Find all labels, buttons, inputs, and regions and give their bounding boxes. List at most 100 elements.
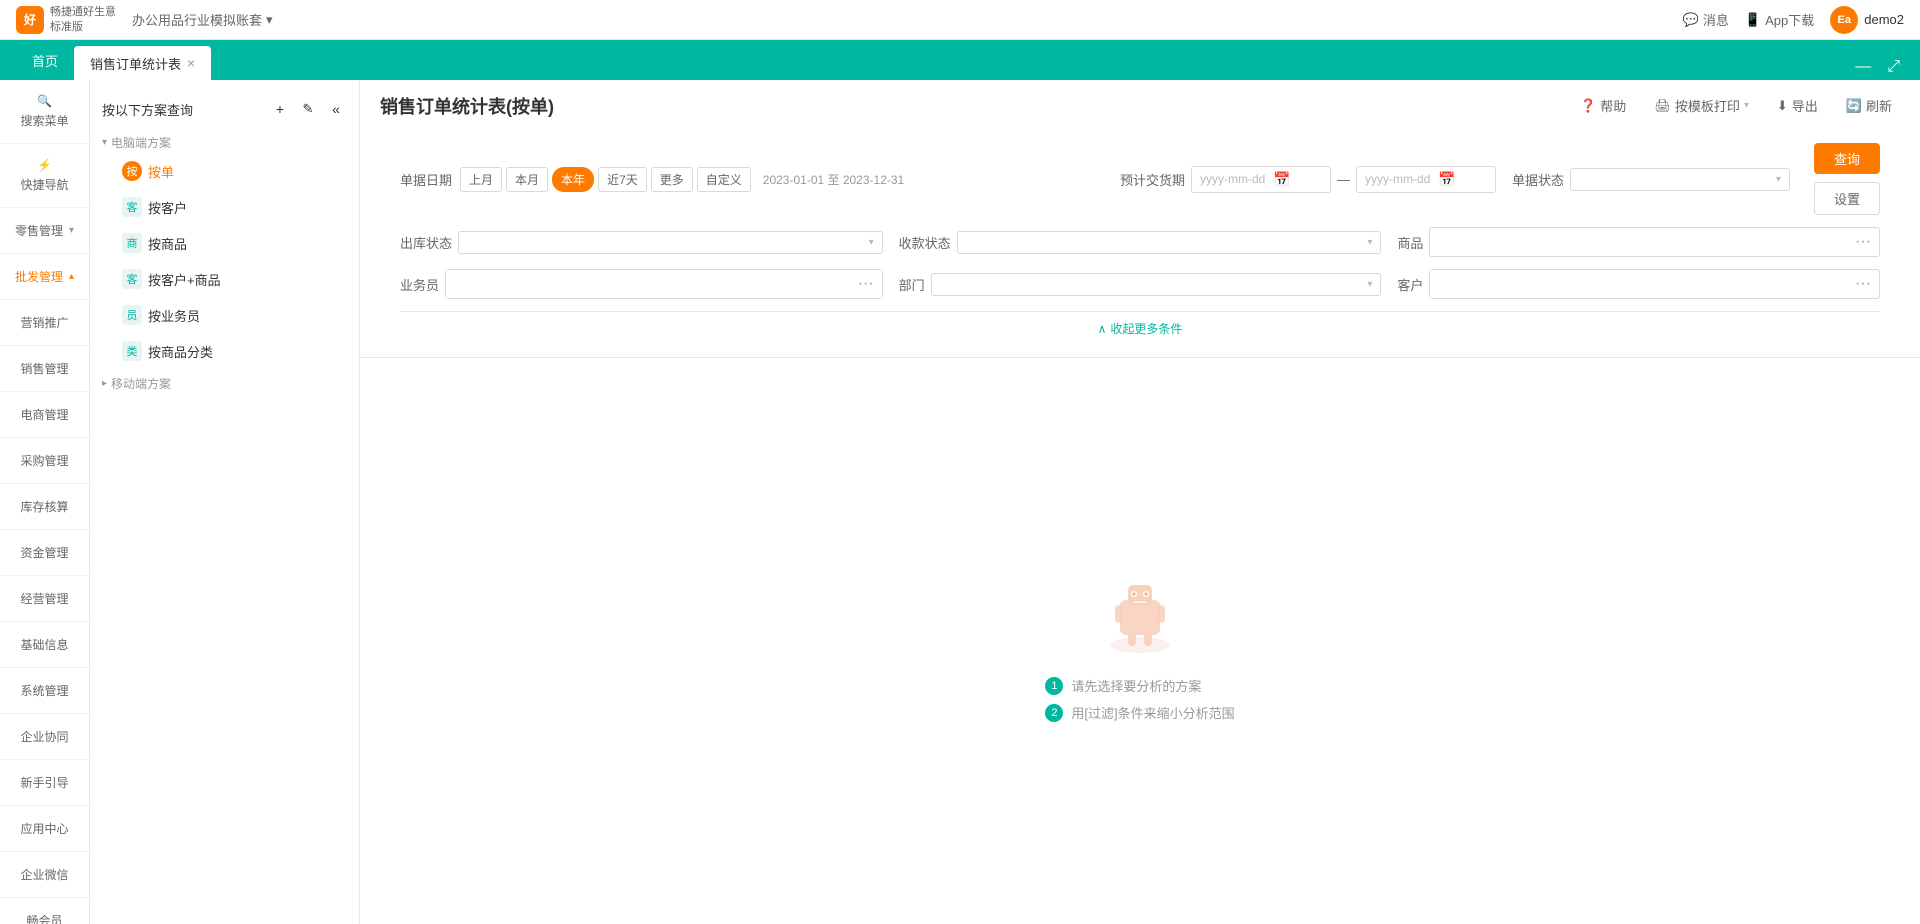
customer-input[interactable]: ··· <box>1429 269 1880 299</box>
empty-illustration <box>1090 560 1190 660</box>
scheme-by-product[interactable]: 商 按商品 <box>90 225 359 261</box>
product-label: 商品 <box>1397 233 1423 252</box>
status-select[interactable]: ▾ <box>1570 168 1790 191</box>
date-btn-group: 上月 本月 本年 近7天 更多 自定义 <box>460 167 751 192</box>
tab-maximize-button[interactable]: ⤢ <box>1883 54 1904 80</box>
sidebar-item-system[interactable]: 系统管理 <box>0 668 89 714</box>
dept-chevron-icon: ▾ <box>1367 279 1372 290</box>
sidebar-item-marketing[interactable]: 营销推广 <box>0 300 89 346</box>
hint-num-1: 1 <box>1045 677 1063 695</box>
receive-status-chevron-icon: ▾ <box>1367 237 1372 248</box>
scheme-by-category[interactable]: 类 按商品分类 <box>90 333 359 369</box>
wholesale-expand-icon: ▴ <box>69 271 74 282</box>
receive-status-group: 收款状态 ▾ <box>899 231 1382 254</box>
pc-section[interactable]: ▾ 电脑端方案 <box>90 128 359 153</box>
sidebar-item-purchase[interactable]: 采购管理 <box>0 438 89 484</box>
date-range: 2023-01-01 至 2023-12-31 <box>763 171 904 188</box>
sidebar-item-operation[interactable]: 经营管理 <box>0 576 89 622</box>
page-actions: ❓ 帮助 🖨 按模板打印 ▾ ⬇ 导出 🔄 <box>1572 92 1900 119</box>
tab-close-icon[interactable]: × <box>187 55 195 71</box>
tab-controls: — ⤢ <box>1851 54 1904 80</box>
scheme-by-customer-product[interactable]: 客 按客户+商品 <box>90 261 359 297</box>
customer-group: 客户 ··· <box>1397 269 1880 299</box>
add-scheme-button[interactable]: + <box>269 98 291 120</box>
sidebar-item-retail[interactable]: 零售管理 ▾ <box>0 208 89 254</box>
sidebar-item-app-center[interactable]: 应用中心 <box>0 806 89 852</box>
scheme-by-salesperson[interactable]: 员 按业务员 <box>90 297 359 333</box>
quicknav-icon: ⚡ <box>37 158 52 172</box>
tab-minimize-button[interactable]: — <box>1851 54 1875 80</box>
calendar-end-icon[interactable]: 📅 <box>1438 171 1455 188</box>
date-filter-group: 单据日期 上月 本月 本年 近7天 更多 自定义 2023-01-01 至 20… <box>400 167 904 192</box>
customer-dots-icon[interactable]: ··· <box>1855 275 1871 293</box>
out-status-select[interactable]: ▾ <box>458 231 883 254</box>
edit-scheme-button[interactable]: ✎ <box>297 98 319 120</box>
collapse-bar[interactable]: ∧ 收起更多条件 <box>400 311 1880 345</box>
collapse-panel-button[interactable]: « <box>325 98 347 120</box>
sidebar-item-inventory[interactable]: 库存核算 <box>0 484 89 530</box>
message-button[interactable]: 💬 消息 <box>1683 10 1729 29</box>
export-button[interactable]: ⬇ 导出 <box>1769 92 1826 119</box>
dept-select[interactable]: ▾ <box>931 273 1382 296</box>
tab-sales-order[interactable]: 销售订单统计表 × <box>74 46 211 80</box>
sidebar-item-member[interactable]: 畅会员 <box>0 898 89 924</box>
mobile-section[interactable]: ▸ 移动端方案 <box>90 369 359 394</box>
message-icon: 💬 <box>1683 12 1699 28</box>
out-status-label: 出库状态 <box>400 233 452 252</box>
calendar-start-icon[interactable]: 📅 <box>1273 171 1290 188</box>
by-category-icon: 类 <box>122 341 142 361</box>
date-btn-last-month[interactable]: 上月 <box>460 167 502 192</box>
filter-row-3: 业务员 ··· 部门 ▾ <box>400 269 1880 299</box>
by-cp-icon: 客 <box>122 269 142 289</box>
date-btn-more[interactable]: 更多 <box>651 167 693 192</box>
avatar: Ea <box>1830 6 1858 34</box>
salesperson-input[interactable]: ··· <box>445 269 883 299</box>
sidebar-item-quicknav[interactable]: ⚡ 快捷导航 <box>0 144 89 208</box>
date-btn-this-year[interactable]: 本年 <box>552 167 594 192</box>
sidebar-item-enterprise-collab[interactable]: 企业协同 <box>0 714 89 760</box>
sidebar-item-wholesale[interactable]: 批发管理 ▴ <box>0 254 89 300</box>
sidebar-item-finance[interactable]: 资金管理 <box>0 530 89 576</box>
query-button[interactable]: 查询 <box>1814 143 1880 174</box>
date-label: 单据日期 <box>400 170 452 189</box>
app-selector-arrow: ▾ <box>266 12 273 28</box>
date-btn-custom[interactable]: 自定义 <box>697 167 751 192</box>
status-label: 单据状态 <box>1512 170 1564 189</box>
date-btn-7days[interactable]: 近7天 <box>598 167 647 192</box>
sidebar-item-ecommerce[interactable]: 电商管理 <box>0 392 89 438</box>
pc-expand-icon: ▾ <box>102 137 107 148</box>
sidebar: 🔍 搜索菜单 ⚡ 快捷导航 零售管理 ▾ 批发管理 ▴ 营销推广 销售管理 电商… <box>0 80 90 924</box>
help-button[interactable]: ❓ 帮助 <box>1572 92 1634 119</box>
sidebar-item-basic-info[interactable]: 基础信息 <box>0 622 89 668</box>
out-status-group: 出库状态 ▾ <box>400 231 883 254</box>
filter-area: 单据日期 上月 本月 本年 近7天 更多 自定义 2023-01-01 至 20… <box>380 131 1900 357</box>
sidebar-item-enterprise-wechat[interactable]: 企业微信 <box>0 852 89 898</box>
receive-status-select[interactable]: ▾ <box>957 231 1382 254</box>
print-button[interactable]: 🖨 按模板打印 ▾ <box>1646 92 1757 119</box>
salesperson-label: 业务员 <box>400 275 439 294</box>
tab-home[interactable]: 首页 <box>16 40 74 80</box>
product-dots-icon[interactable]: ··· <box>1855 233 1871 251</box>
dept-label: 部门 <box>899 275 925 294</box>
product-input[interactable]: ··· <box>1429 227 1880 257</box>
sidebar-item-newbie[interactable]: 新手引导 <box>0 760 89 806</box>
by-product-icon: 商 <box>122 233 142 253</box>
expected-date-end[interactable]: yyyy-mm-dd 📅 <box>1356 166 1496 193</box>
expected-date-start[interactable]: yyyy-mm-dd 📅 <box>1191 166 1331 193</box>
refresh-button[interactable]: 🔄 刷新 <box>1838 92 1900 119</box>
help-icon: ❓ <box>1580 98 1596 114</box>
salesperson-dots-icon[interactable]: ··· <box>858 275 874 293</box>
empty-hint-2: 2 用[过滤]条件来缩小分析范围 <box>1045 703 1234 722</box>
date-btn-this-month[interactable]: 本月 <box>506 167 548 192</box>
scheme-by-customer[interactable]: 客 按客户 <box>90 189 359 225</box>
date-dash: — <box>1337 172 1350 187</box>
search-menu-icon: 🔍 <box>37 94 52 108</box>
scheme-by-order[interactable]: 按 按单 <box>90 153 359 189</box>
user-area[interactable]: Ea demo2 <box>1830 6 1904 34</box>
app-selector[interactable]: 办公用品行业模拟账套 ▾ <box>124 6 281 33</box>
filter-row-1: 单据日期 上月 本月 本年 近7天 更多 自定义 2023-01-01 至 20… <box>400 143 1880 215</box>
sidebar-item-search[interactable]: 🔍 搜索菜单 <box>0 80 89 144</box>
app-download-button[interactable]: 📱 App下载 <box>1745 10 1814 29</box>
sidebar-item-sales[interactable]: 销售管理 <box>0 346 89 392</box>
reset-button[interactable]: 设置 <box>1814 182 1880 215</box>
